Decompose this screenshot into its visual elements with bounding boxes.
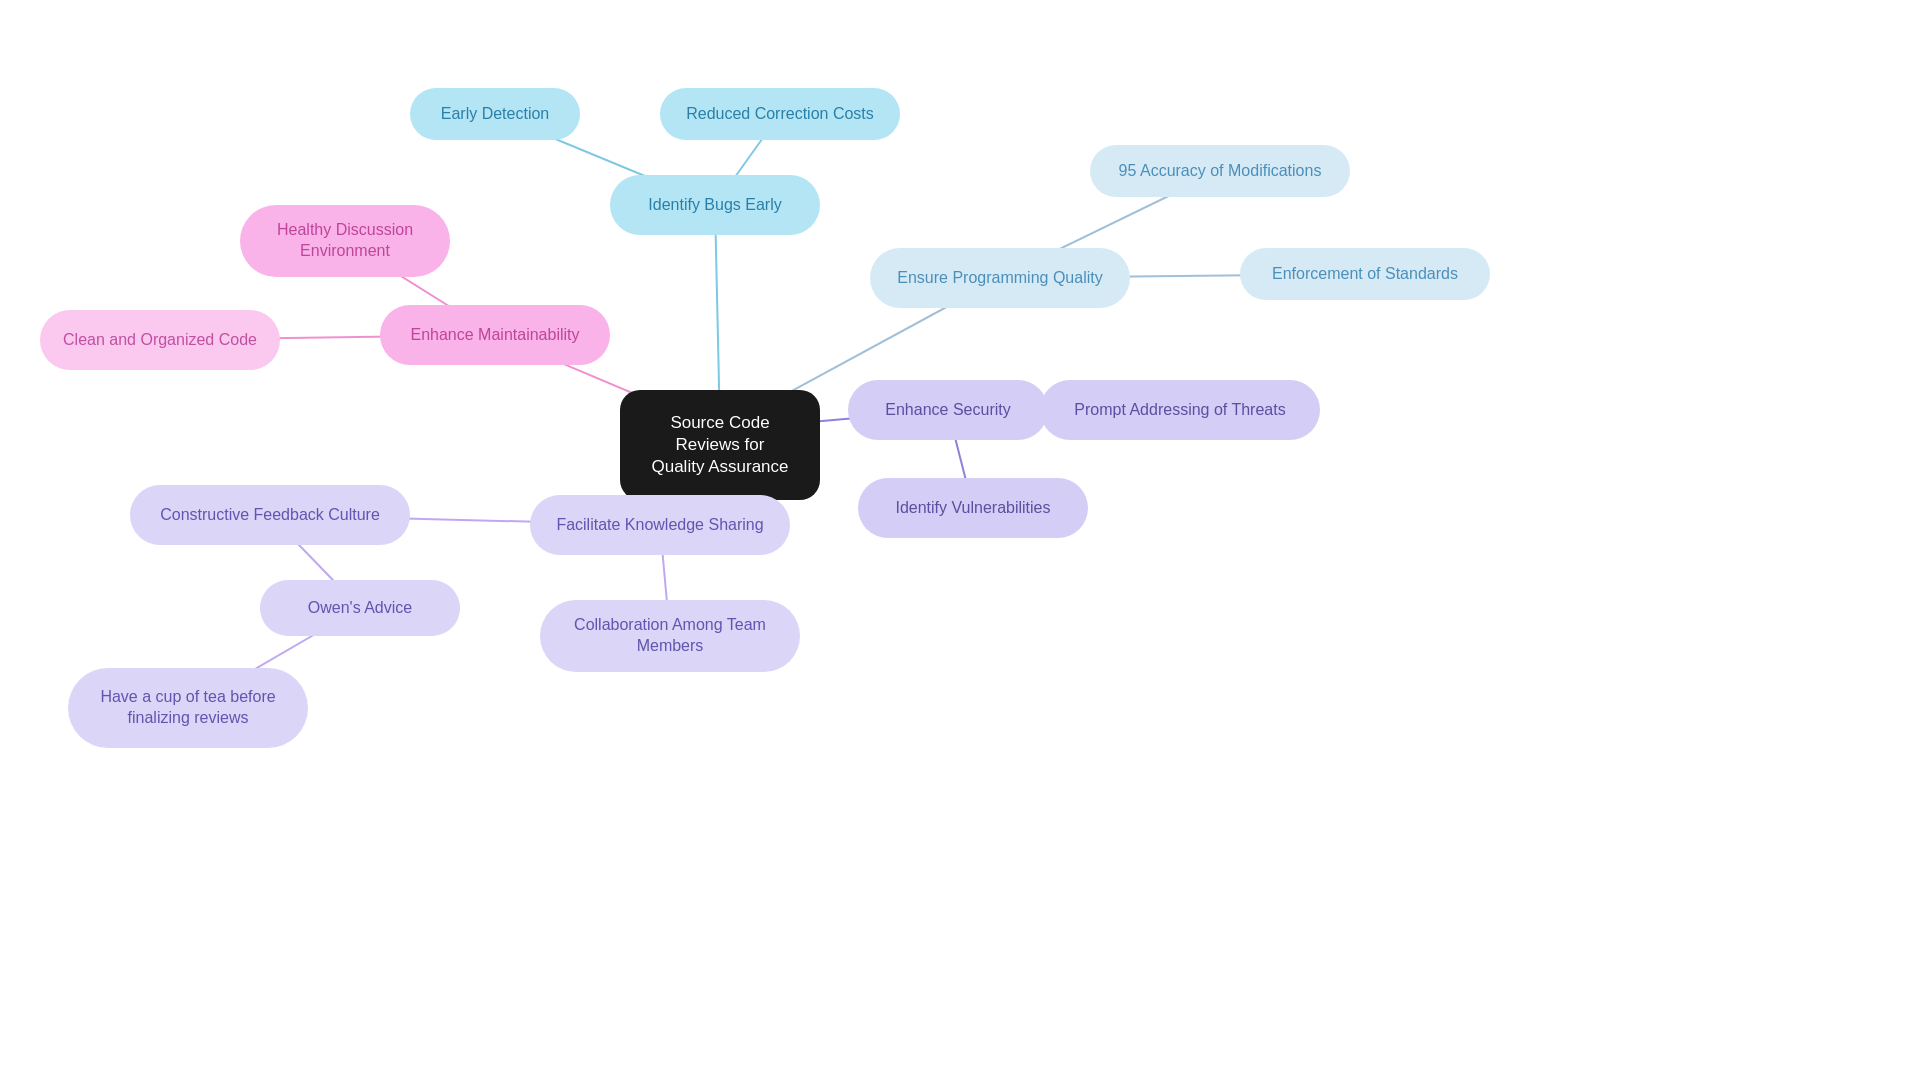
mind-map-node-owensAdvice: Owen's Advice [260, 580, 460, 636]
mind-map-node-identifyVulnerabilities: Identify Vulnerabilities [858, 478, 1088, 538]
mind-map-node-center: Source Code Reviews for Quality Assuranc… [620, 390, 820, 500]
mind-map-node-constructiveFeedbackCulture: Constructive Feedback Culture [130, 485, 410, 545]
mind-map-node-accuracyOfModifications: 95 Accuracy of Modifications [1090, 145, 1350, 197]
mind-map-node-healthyDiscussionEnvironment: Healthy Discussion Environment [240, 205, 450, 277]
mind-map-node-reducedCorrectionCosts: Reduced Correction Costs [660, 88, 900, 140]
mind-map-node-cupOfTea: Have a cup of tea before finalizing revi… [68, 668, 308, 748]
mind-map-node-enhanceMaintainability: Enhance Maintainability [380, 305, 610, 365]
mind-map-node-promptAddressingOfThreats: Prompt Addressing of Threats [1040, 380, 1320, 440]
mind-map-node-cleanAndOrganizedCode: Clean and Organized Code [40, 310, 280, 370]
mind-map-node-facilitateKnowledgeSharing: Facilitate Knowledge Sharing [530, 495, 790, 555]
mind-map-node-collaborationAmongTeamMembers: Collaboration Among Team Members [540, 600, 800, 672]
mind-map-node-earlyDetection: Early Detection [410, 88, 580, 140]
mind-map-node-enforcementOfStandards: Enforcement of Standards [1240, 248, 1490, 300]
mind-map-node-enhanceSecurity: Enhance Security [848, 380, 1048, 440]
mind-map-node-identifyBugsEarly: Identify Bugs Early [610, 175, 820, 235]
mind-map-node-ensureProgrammingQuality: Ensure Programming Quality [870, 248, 1130, 308]
